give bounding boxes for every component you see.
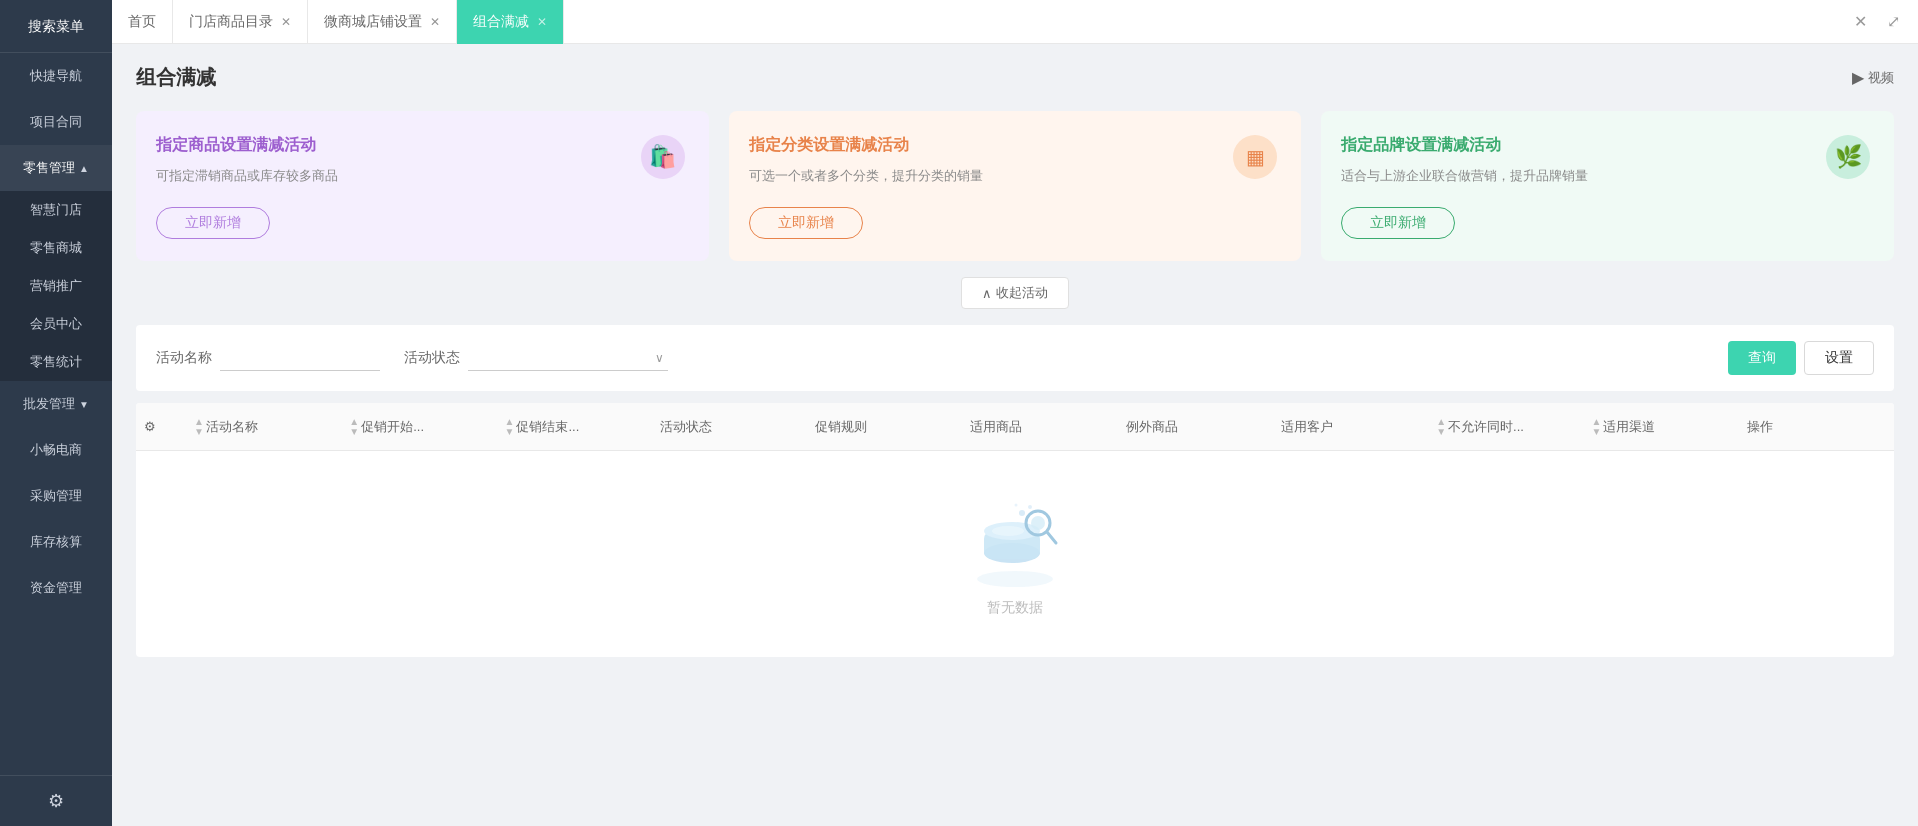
tab-fullscreen-icon[interactable]: ⤢ <box>1881 10 1906 33</box>
sidebar-item-retail-mall[interactable]: 零售商城 <box>0 229 112 267</box>
brand-card-desc: 适合与上游企业联合做营销，提升品牌销量 <box>1341 166 1874 187</box>
tab-store-catalog[interactable]: 门店商品目录 ✕ <box>173 0 308 44</box>
sidebar-item-project-contract[interactable]: 项目合同 <box>0 99 112 145</box>
th-name: ▲▼ 活动名称 <box>186 417 341 437</box>
tab-home[interactable]: 首页 <box>112 0 173 44</box>
sidebar-item-inventory[interactable]: 库存核算 <box>0 519 112 565</box>
svg-point-0 <box>977 571 1053 587</box>
th-goods: 适用商品 <box>962 418 1117 436</box>
filter-row: 活动名称 活动状态 ∨ 查询 设置 <box>136 325 1894 391</box>
sidebar-item-xiaochangec[interactable]: 小畅电商 <box>0 427 112 473</box>
sidebar-item-purchase-mgmt[interactable]: 采购管理 <box>0 473 112 519</box>
svg-point-8 <box>1019 510 1025 516</box>
th-no-concurrent-sort-icon[interactable]: ▲▼ <box>1436 417 1446 437</box>
tab-wechat-store[interactable]: 微商城店铺设置 ✕ <box>308 0 457 44</box>
collapse-activity-btn[interactable]: ∧ 收起活动 <box>961 277 1069 309</box>
product-card-icon: 🛍️ <box>641 135 685 179</box>
content-area: 组合满减 ▶ 视频 指定商品设置满减活动 🛍️ 可指定滞销商品或库存较多商品 立… <box>112 44 1918 826</box>
play-circle-icon: ▶ <box>1852 68 1864 87</box>
product-card-title: 指定商品设置满减活动 <box>156 135 689 156</box>
sidebar-item-finance-mgmt[interactable]: 资金管理 <box>0 565 112 611</box>
th-except: 例外商品 <box>1118 418 1273 436</box>
category-card-title: 指定分类设置满减活动 <box>749 135 1282 156</box>
table-header: ⚙ ▲▼ 活动名称 ▲▼ 促销开始... ▲▼ 促销结束... 活动状态 <box>136 403 1894 451</box>
svg-point-6 <box>1031 516 1045 530</box>
th-settings[interactable]: ⚙ <box>136 419 186 434</box>
brand-card-title: 指定品牌设置满减活动 <box>1341 135 1874 156</box>
tab-close-combo-discount[interactable]: ✕ <box>537 15 547 29</box>
query-button[interactable]: 查询 <box>1728 341 1796 375</box>
page-title: 组合满减 <box>136 64 216 91</box>
filter-name-label: 活动名称 <box>156 349 212 367</box>
filter-name-input[interactable] <box>220 346 380 371</box>
sidebar-item-member-center[interactable]: 会员中心 <box>0 305 112 343</box>
promo-card-product: 指定商品设置满减活动 🛍️ 可指定滞销商品或库存较多商品 立即新增 <box>136 111 709 261</box>
th-settings-icon: ⚙ <box>144 419 156 434</box>
th-start: ▲▼ 促销开始... <box>341 417 496 437</box>
th-name-sort-icon[interactable]: ▲▼ <box>194 417 204 437</box>
th-channel-sort-icon[interactable]: ▲▼ <box>1591 417 1601 437</box>
settings-button[interactable]: 设置 <box>1804 341 1874 375</box>
th-channel: ▲▼ 适用渠道 <box>1583 417 1738 437</box>
svg-point-4 <box>992 526 1024 536</box>
sidebar-sub-retail: 智慧门店 零售商城 营销推广 会员中心 零售统计 <box>0 191 112 381</box>
th-rule: 促销规则 <box>807 418 962 436</box>
sidebar-item-smart-store[interactable]: 智慧门店 <box>0 191 112 229</box>
empty-text: 暂无数据 <box>987 599 1043 617</box>
filter-status-select-wrap: ∨ <box>468 346 668 371</box>
svg-line-7 <box>1047 532 1056 543</box>
sidebar-item-marketing[interactable]: 营销推广 <box>0 267 112 305</box>
filter-actions: 查询 设置 <box>1728 341 1874 375</box>
category-card-desc: 可选一个或者多个分类，提升分类的销量 <box>749 166 1282 187</box>
filter-status-select[interactable] <box>468 346 668 371</box>
filter-status-label: 活动状态 <box>404 349 460 367</box>
product-card-desc: 可指定滞销商品或库存较多商品 <box>156 166 689 187</box>
tab-combo-discount[interactable]: 组合满减 ✕ <box>457 0 564 44</box>
tab-actions: ✕ ⤢ <box>1848 10 1918 33</box>
th-status: 活动状态 <box>652 418 807 436</box>
tab-bar: 首页 门店商品目录 ✕ 微商城店铺设置 ✕ 组合满减 ✕ ✕ ⤢ <box>112 0 1918 44</box>
th-customer: 适用客户 <box>1273 418 1428 436</box>
sidebar-item-quick-nav[interactable]: 快捷导航 <box>0 53 112 99</box>
sidebar-item-retail-stats[interactable]: 零售统计 <box>0 343 112 381</box>
th-start-sort-icon[interactable]: ▲▼ <box>349 417 359 437</box>
th-no-concurrent: ▲▼ 不允许同时... <box>1428 417 1583 437</box>
sidebar-search[interactable]: 搜索菜单 <box>0 0 112 53</box>
empty-illustration <box>960 491 1070 591</box>
tab-resize-icon[interactable]: ✕ <box>1848 10 1873 33</box>
brand-card-btn[interactable]: 立即新增 <box>1341 207 1455 239</box>
collapse-icon: ∧ <box>982 286 992 301</box>
sidebar-bottom: ⚙ <box>0 775 112 826</box>
svg-point-10 <box>1015 504 1018 507</box>
sidebar: 搜索菜单 快捷导航 项目合同 零售管理 ▲ 智慧门店 零售商城 营销推广 会员中… <box>0 0 112 826</box>
collapse-bar: ∧ 收起活动 <box>136 277 1894 309</box>
data-table: ⚙ ▲▼ 活动名称 ▲▼ 促销开始... ▲▼ 促销结束... 活动状态 <box>136 403 1894 657</box>
filter-name: 活动名称 <box>156 346 380 371</box>
main-area: 首页 门店商品目录 ✕ 微商城店铺设置 ✕ 组合满减 ✕ ✕ ⤢ 组合满减 ▶ … <box>112 0 1918 826</box>
cards-row: 指定商品设置满减活动 🛍️ 可指定滞销商品或库存较多商品 立即新增 指定分类设置… <box>136 111 1894 261</box>
product-card-btn[interactable]: 立即新增 <box>156 207 270 239</box>
sidebar-item-retail-mgmt[interactable]: 零售管理 ▲ <box>0 145 112 191</box>
table-body: 暂无数据 <box>136 451 1894 657</box>
promo-card-brand: 指定品牌设置满减活动 🌿 适合与上游企业联合做营销，提升品牌销量 立即新增 <box>1321 111 1894 261</box>
video-link[interactable]: ▶ 视频 <box>1852 68 1894 87</box>
settings-icon[interactable]: ⚙ <box>48 791 64 811</box>
svg-point-9 <box>1028 505 1032 509</box>
retail-arrow-icon: ▲ <box>79 163 89 174</box>
tab-close-wechat-store[interactable]: ✕ <box>430 15 440 29</box>
brand-card-icon: 🌿 <box>1826 135 1870 179</box>
th-end-sort-icon[interactable]: ▲▼ <box>505 417 515 437</box>
page-header: 组合满减 ▶ 视频 <box>136 64 1894 91</box>
category-card-btn[interactable]: 立即新增 <box>749 207 863 239</box>
promo-card-category: 指定分类设置满减活动 ▦ 可选一个或者多个分类，提升分类的销量 立即新增 <box>729 111 1302 261</box>
tab-close-store-catalog[interactable]: ✕ <box>281 15 291 29</box>
th-end: ▲▼ 促销结束... <box>497 417 652 437</box>
wholesale-arrow-icon: ▼ <box>79 399 89 410</box>
th-actions: 操作 <box>1739 418 1894 436</box>
filter-status: 活动状态 ∨ <box>404 346 668 371</box>
sidebar-item-wholesale-mgmt[interactable]: 批发管理 ▼ <box>0 381 112 427</box>
